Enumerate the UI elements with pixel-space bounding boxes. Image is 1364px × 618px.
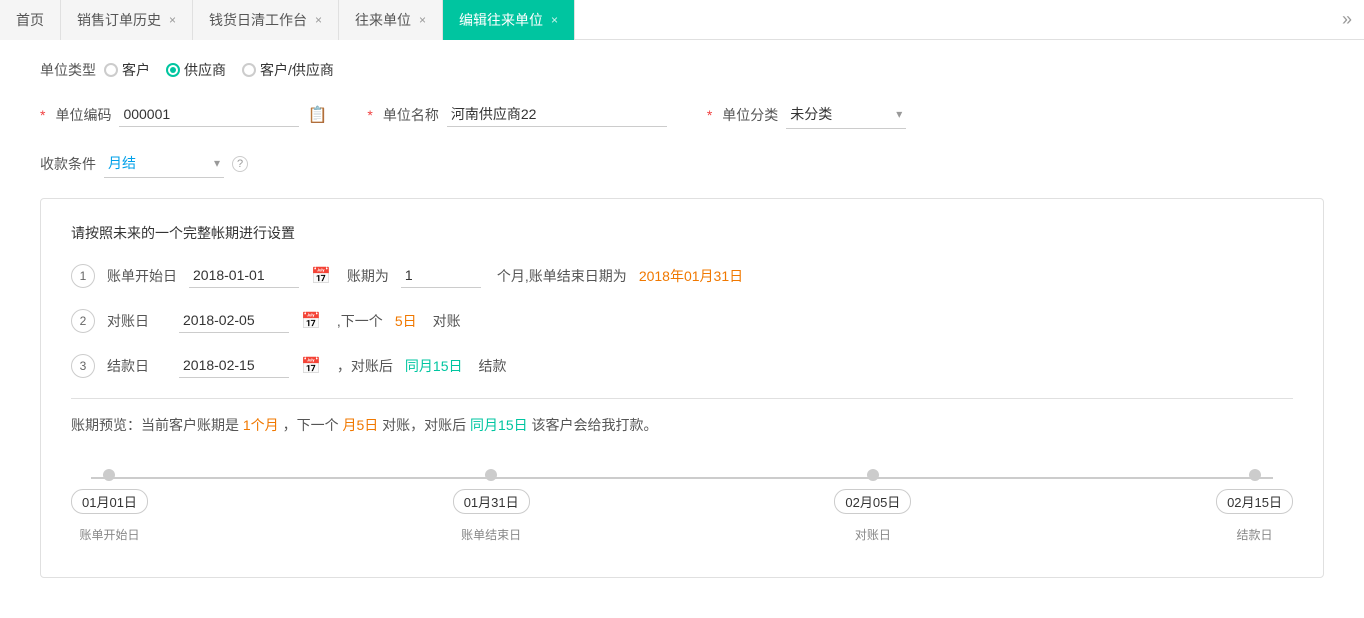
step-calendar-icon-2[interactable]: 📅 [301, 311, 321, 331]
timeline-point-2: 02月05日 对账日 [834, 469, 911, 543]
timeline-point-0: 01月01日 账单开始日 [71, 469, 148, 543]
timeline-sub-1: 账单结束日 [461, 526, 521, 543]
radio-customer-supplier[interactable]: 客户/供应商 [242, 60, 334, 80]
payment-term-row: 收款条件 月结 ▾ ? [40, 149, 1324, 178]
preview-part2: 月5日 [342, 417, 378, 433]
unit-code-group: * 单位编码 📋 [40, 102, 327, 127]
step-desc-highlight-3: 同月15日 [405, 356, 463, 376]
main-content: 单位类型 客户 供应商 客户/供应商 * 单位编码 [0, 40, 1364, 618]
step-period-input[interactable] [401, 263, 481, 288]
timeline-dot-2 [867, 469, 879, 481]
step-number-2: 2 [71, 309, 95, 333]
unit-type-row: 单位类型 客户 供应商 客户/供应商 [40, 60, 1324, 80]
step-number-1: 1 [71, 264, 95, 288]
timeline-dot-1 [485, 469, 497, 481]
tab-cash-work[interactable]: 钱货日清工作台 × [193, 0, 339, 40]
tab-home[interactable]: 首页 [0, 0, 61, 40]
unit-name-label: 单位名称 [383, 105, 439, 125]
timeline-sub-0: 账单开始日 [79, 526, 139, 543]
payment-term-group: 收款条件 月结 ▾ ? [40, 149, 248, 178]
unit-category-value: 未分类 [790, 104, 892, 124]
timeline: 01月01日 账单开始日 01月31日 账单结束日 02月05日 对账日 02月… [71, 459, 1293, 553]
radio-supplier[interactable]: 供应商 [166, 60, 226, 80]
step-label-2: 对账日 [107, 311, 167, 331]
tab-partner-unit[interactable]: 往来单位 × [339, 0, 443, 40]
tab-sales-order-history[interactable]: 销售订单历史 × [61, 0, 193, 40]
unit-name-input[interactable] [447, 102, 667, 127]
step-period-unit: 个月,账单结束日期为 [497, 266, 627, 286]
payment-term-chevron-icon: ▾ [214, 156, 220, 170]
step-date-3: 2018-02-15 [179, 353, 289, 378]
unit-type-label: 单位类型 [40, 60, 96, 80]
tab-close-edit-partner[interactable]: × [551, 14, 558, 26]
timeline-label-1: 01月31日 [453, 489, 530, 514]
tab-bar: 首页 销售订单历史 × 钱货日清工作台 × 往来单位 × 编辑往来单位 × » [0, 0, 1364, 40]
tab-close-partner-unit[interactable]: × [419, 14, 426, 26]
step-label-3: 结款日 [107, 356, 167, 376]
card-divider [71, 398, 1293, 399]
step-desc-prefix-3: ，对账后 [337, 356, 393, 376]
radio-customer-circle [104, 63, 118, 77]
timeline-point-3: 02月15日 结款日 [1216, 469, 1293, 543]
timeline-point-1: 01月31日 账单结束日 [453, 469, 530, 543]
timeline-sub-3: 结款日 [1237, 526, 1273, 543]
step-desc-prefix-2: ,下一个 [337, 311, 383, 331]
radio-customer[interactable]: 客户 [104, 60, 150, 80]
step-desc-suffix-3: 结款 [479, 356, 507, 376]
step-calendar-icon-3[interactable]: 📅 [301, 356, 321, 376]
timeline-dot-0 [103, 469, 115, 481]
unit-type-group: 单位类型 客户 供应商 客户/供应商 [40, 60, 334, 80]
step-calendar-icon-1[interactable]: 📅 [311, 266, 331, 286]
step-label-1: 账单开始日 [107, 266, 177, 286]
info-card-title: 请按照未来的一个完整帐期进行设置 [71, 223, 1293, 243]
unit-category-select[interactable]: 未分类 ▾ [786, 100, 906, 129]
tab-close-sales-order-history[interactable]: × [169, 14, 176, 26]
unit-category-chevron-icon: ▾ [896, 107, 902, 121]
step-end-date: 2018年01月31日 [639, 266, 743, 286]
info-card: 请按照未来的一个完整帐期进行设置 1 账单开始日 2018-01-01 📅 账期… [40, 198, 1324, 578]
unit-category-group: * 单位分类 未分类 ▾ [707, 100, 906, 129]
unit-name-group: * 单位名称 [367, 102, 666, 127]
step-row-3: 3 结款日 2018-02-15 📅 ，对账后 同月15日 结款 [71, 353, 1293, 378]
payment-term-value: 月结 [108, 153, 210, 173]
step-date-1: 2018-01-01 [189, 263, 299, 288]
preview-text: 账期预览：当前客户账期是 1个月 ，下一个 月5日 对账，对账后 同月15日 该… [71, 415, 1293, 435]
payment-term-select[interactable]: 月结 ▾ [104, 149, 224, 178]
preview-part1: 1个月 [243, 417, 279, 433]
radio-customer-supplier-circle [242, 63, 256, 77]
unit-code-label: 单位编码 [55, 105, 111, 125]
step-date-2: 2018-02-05 [179, 308, 289, 333]
step-row-1: 1 账单开始日 2018-01-01 📅 账期为 个月,账单结束日期为 2018… [71, 263, 1293, 288]
unit-code-input[interactable] [119, 102, 299, 127]
step-suffix-1: 账期为 [347, 266, 389, 286]
step-number-3: 3 [71, 354, 95, 378]
timeline-points: 01月01日 账单开始日 01月31日 账单结束日 02月05日 对账日 02月… [71, 469, 1293, 543]
step-row-2: 2 对账日 2018-02-05 📅 ,下一个 5日 对账 [71, 308, 1293, 333]
tab-close-cash-work[interactable]: × [315, 14, 322, 26]
tab-edit-partner[interactable]: 编辑往来单位 × [443, 0, 575, 40]
timeline-label-0: 01月01日 [71, 489, 148, 514]
unit-code-copy-icon[interactable]: 📋 [307, 105, 327, 125]
timeline-dot-3 [1249, 469, 1261, 481]
tab-expand-button[interactable]: » [1330, 9, 1364, 30]
unit-category-label: 单位分类 [722, 105, 778, 125]
unit-info-row: * 单位编码 📋 * 单位名称 * 单位分类 未分类 ▾ [40, 100, 1324, 129]
timeline-sub-2: 对账日 [855, 526, 891, 543]
help-icon[interactable]: ? [232, 156, 248, 172]
radio-group: 客户 供应商 客户/供应商 [104, 60, 334, 80]
radio-supplier-circle [166, 63, 180, 77]
payment-term-label: 收款条件 [40, 154, 96, 174]
step-desc-highlight-2: 5日 [395, 311, 417, 331]
preview-part3: 同月15日 [470, 417, 528, 433]
timeline-label-2: 02月05日 [834, 489, 911, 514]
timeline-label-3: 02月15日 [1216, 489, 1293, 514]
step-desc-suffix-2: 对账 [433, 311, 461, 331]
